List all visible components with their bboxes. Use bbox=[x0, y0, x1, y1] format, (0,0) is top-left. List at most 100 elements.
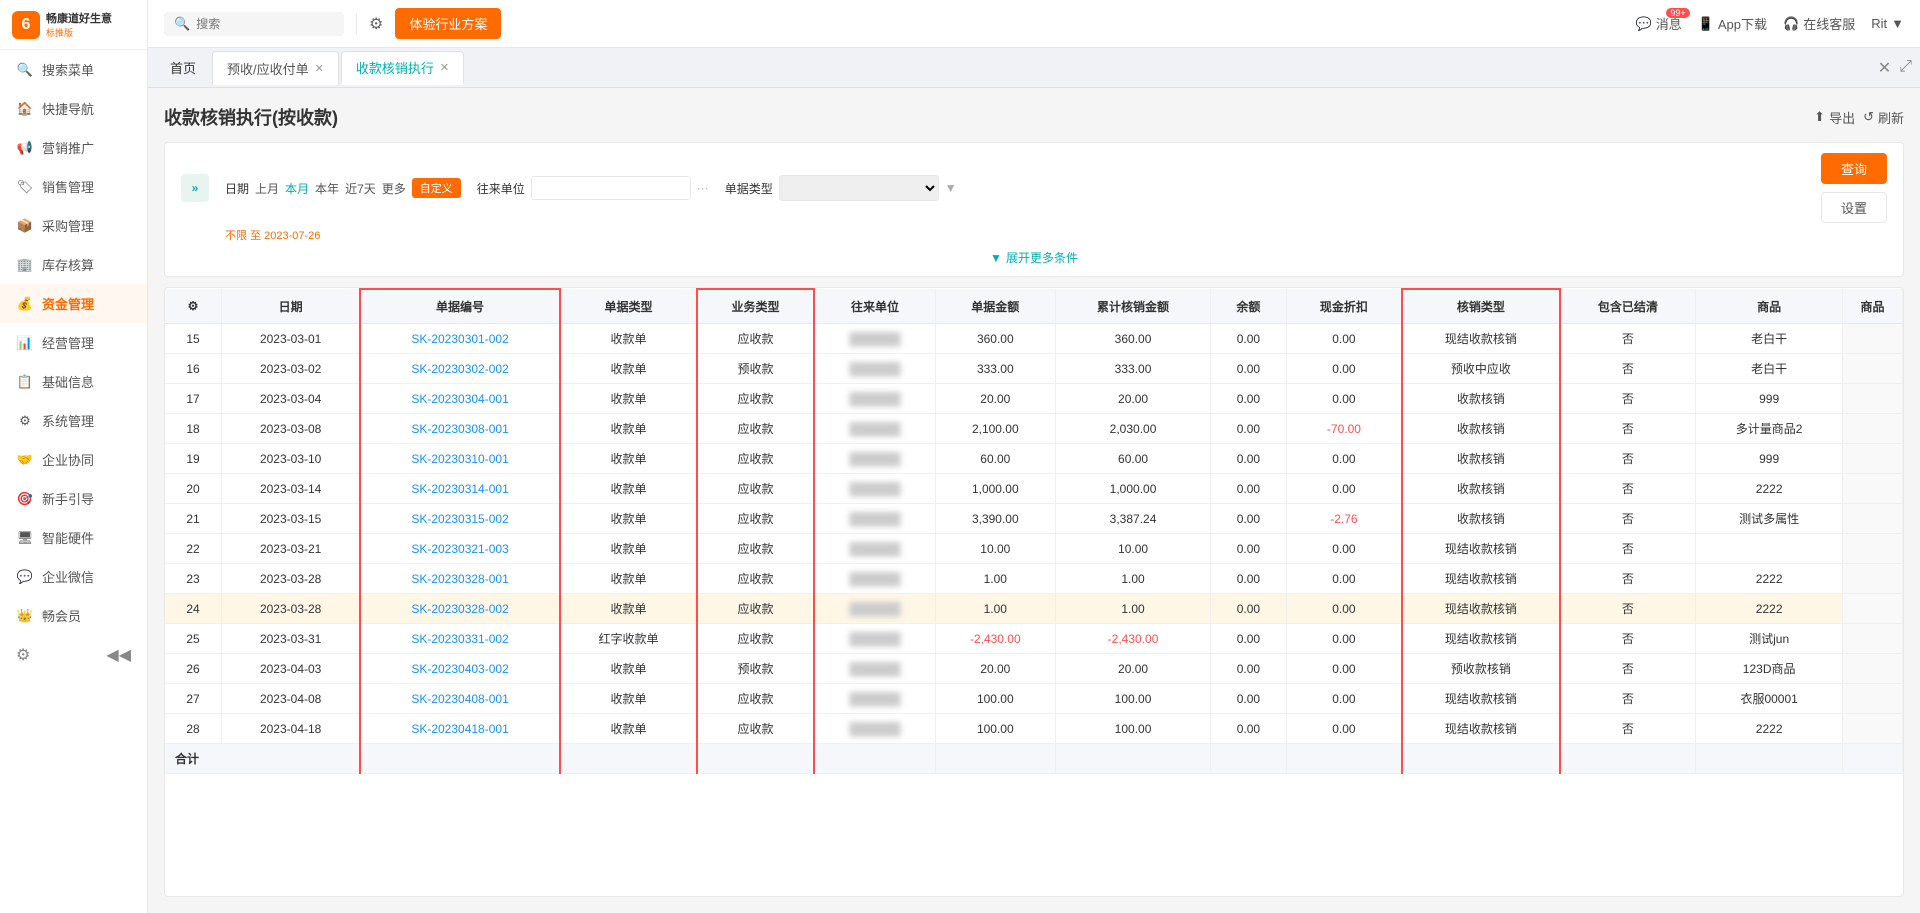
bill-no-link[interactable]: SK-20230310-001 bbox=[411, 452, 508, 466]
counterpart-value: ██████ bbox=[849, 512, 900, 526]
bill-no-link[interactable]: SK-20230301-002 bbox=[411, 332, 508, 346]
export-button[interactable]: ⬆ 导出 bbox=[1814, 108, 1855, 127]
sidebar-item-member[interactable]: 👑畅会员 bbox=[0, 596, 147, 635]
cell-bill-type: 收款单 bbox=[560, 534, 697, 564]
sidebar-item-purchase[interactable]: 📦采购管理 bbox=[0, 206, 147, 245]
total-biz-type bbox=[697, 744, 814, 774]
table-row[interactable]: 26 2023-04-03 SK-20230403-002 收款单 预收款 ██… bbox=[165, 654, 1903, 684]
cell-bill-no: SK-20230310-001 bbox=[360, 444, 560, 474]
tab-close-icon[interactable]: ✕ bbox=[315, 62, 324, 75]
bill-no-link[interactable]: SK-20230408-001 bbox=[411, 692, 508, 706]
table-row[interactable]: 18 2023-03-08 SK-20230308-001 收款单 应收款 ██… bbox=[165, 414, 1903, 444]
sidebar-item-finance[interactable]: 💰资金管理 bbox=[0, 284, 147, 323]
counterpart-input[interactable] bbox=[531, 176, 691, 200]
cell-cash-discount: 0.00 bbox=[1286, 534, 1402, 564]
sidebar-item-tutorial[interactable]: 🎯新手引导 bbox=[0, 479, 147, 518]
sidebar-item-label: 智能硬件 bbox=[42, 528, 94, 547]
settings-button[interactable]: 设置 bbox=[1821, 192, 1887, 223]
search-input[interactable] bbox=[196, 17, 316, 31]
settings-icon[interactable]: ⚙ bbox=[16, 645, 30, 665]
topbar-gear-icon[interactable]: ⚙ bbox=[369, 14, 383, 34]
custom-date-button[interactable]: 自定义 bbox=[412, 178, 461, 198]
bill-no-link[interactable]: SK-20230331-002 bbox=[411, 632, 508, 646]
sidebar-item-basic-info[interactable]: 📋基础信息 bbox=[0, 362, 147, 401]
more-date-link[interactable]: 更多 bbox=[382, 180, 406, 197]
cell-biz-type: 预收款 bbox=[697, 654, 814, 684]
solution-button[interactable]: 体验行业方案 bbox=[395, 8, 501, 39]
bill-no-link[interactable]: SK-20230328-002 bbox=[411, 602, 508, 616]
collapse-icon[interactable]: ◀◀ bbox=[106, 645, 131, 665]
expand-icon[interactable]: ⤢ bbox=[1899, 58, 1912, 78]
sidebar-item-system[interactable]: ⚙系统管理 bbox=[0, 401, 147, 440]
table-row[interactable]: 20 2023-03-14 SK-20230314-001 收款单 应收款 ██… bbox=[165, 474, 1903, 504]
table-row[interactable]: 22 2023-03-21 SK-20230321-003 收款单 应收款 ██… bbox=[165, 534, 1903, 564]
cell-cash-discount: 0.00 bbox=[1286, 444, 1402, 474]
bill-no-link[interactable]: SK-20230304-001 bbox=[411, 392, 508, 406]
refresh-button[interactable]: ↺ 刷新 bbox=[1863, 108, 1904, 127]
table-row[interactable]: 25 2023-03-31 SK-20230331-002 红字收款单 应收款 … bbox=[165, 624, 1903, 654]
bill-no-link[interactable]: SK-20230403-002 bbox=[411, 662, 508, 676]
message-item[interactable]: 💬 消息 99+ bbox=[1636, 14, 1682, 33]
sidebar-item-label: 企业微信 bbox=[42, 567, 94, 586]
table-row[interactable]: 15 2023-03-01 SK-20230301-002 收款单 应收款 ██… bbox=[165, 324, 1903, 354]
sidebar-item-quick-nav[interactable]: 🏠快捷导航 bbox=[0, 89, 147, 128]
table-row[interactable]: 23 2023-03-28 SK-20230328-001 收款单 应收款 ██… bbox=[165, 564, 1903, 594]
bill-no-link[interactable]: SK-20230321-003 bbox=[411, 542, 508, 556]
sidebar-item-sales[interactable]: 🏷销售管理 bbox=[0, 167, 147, 206]
app-download-item[interactable]: 📱 App下载 bbox=[1698, 14, 1767, 33]
sidebar-item-label: 销售管理 bbox=[42, 177, 94, 196]
table-row[interactable]: 16 2023-03-02 SK-20230302-002 收款单 预收款 ██… bbox=[165, 354, 1903, 384]
cell-no: 20 bbox=[165, 474, 222, 504]
table-row[interactable]: 27 2023-04-08 SK-20230408-001 收款单 应收款 ██… bbox=[165, 684, 1903, 714]
sidebar-item-search-menu[interactable]: 🔍搜索菜单 bbox=[0, 50, 147, 89]
sidebar-item-enterprise[interactable]: 🤝企业协同 bbox=[0, 440, 147, 479]
data-table: ⚙ 日期 单据编号 单据类型 业务类型 往来单位 单据金额 累计核销金额 余额 … bbox=[165, 288, 1903, 774]
enterprise-icon: 🤝 bbox=[16, 451, 34, 469]
cell-product: 测试多属性 bbox=[1696, 504, 1843, 534]
bill-no-link[interactable]: SK-20230328-001 bbox=[411, 572, 508, 586]
cell-date: 2023-03-08 bbox=[222, 414, 361, 444]
bill-no-link[interactable]: SK-20230308-001 bbox=[411, 422, 508, 436]
cell-cumulative: 2,030.00 bbox=[1055, 414, 1211, 444]
bill-no-link[interactable]: SK-20230302-002 bbox=[411, 362, 508, 376]
cell-bill-type: 收款单 bbox=[560, 414, 697, 444]
last-month-link[interactable]: 上月 bbox=[255, 180, 279, 197]
cell-cash-discount: 0.00 bbox=[1286, 654, 1402, 684]
last-7-days-link[interactable]: 近7天 bbox=[345, 180, 376, 197]
counterpart-label: 往来单位 bbox=[477, 180, 525, 197]
col-bill-type-header: 单据类型 bbox=[560, 289, 697, 324]
sidebar-item-operations[interactable]: 📊经营管理 bbox=[0, 323, 147, 362]
bill-type-select[interactable] bbox=[779, 175, 939, 201]
col-settings-header[interactable]: ⚙ bbox=[165, 289, 222, 324]
cell-bill-type: 收款单 bbox=[560, 324, 697, 354]
sidebar-item-hardware[interactable]: 🖥智能硬件 bbox=[0, 518, 147, 557]
tab-prepay[interactable]: 预收/应收付单✕ bbox=[212, 51, 339, 85]
table-row[interactable]: 19 2023-03-10 SK-20230310-001 收款单 应收款 ██… bbox=[165, 444, 1903, 474]
sidebar-item-marketing[interactable]: 📢营销推广 bbox=[0, 128, 147, 167]
this-year-link[interactable]: 本年 bbox=[315, 180, 339, 197]
cell-date: 2023-03-15 bbox=[222, 504, 361, 534]
query-button[interactable]: 查询 bbox=[1821, 153, 1887, 184]
table-row[interactable]: 24 2023-03-28 SK-20230328-002 收款单 应收款 ██… bbox=[165, 594, 1903, 624]
close-all-icon[interactable]: ✕ bbox=[1878, 58, 1891, 78]
bill-no-link[interactable]: SK-20230314-001 bbox=[411, 482, 508, 496]
tab-close-icon[interactable]: ✕ bbox=[440, 61, 449, 74]
filter-collapse-button[interactable]: » bbox=[181, 174, 209, 202]
sidebar-item-wechat[interactable]: 💬企业微信 bbox=[0, 557, 147, 596]
bill-no-link[interactable]: SK-20230315-002 bbox=[411, 512, 508, 526]
cell-product: 123D商品 bbox=[1696, 654, 1843, 684]
cell-counterpart: ██████ bbox=[814, 564, 935, 594]
user-item[interactable]: Rit ▼ bbox=[1871, 16, 1904, 31]
expand-conditions-button[interactable]: ▼ 展开更多条件 bbox=[181, 249, 1887, 266]
table-row[interactable]: 21 2023-03-15 SK-20230315-002 收款单 应收款 ██… bbox=[165, 504, 1903, 534]
cell-bill-no: SK-20230328-002 bbox=[360, 594, 560, 624]
this-month-link[interactable]: 本月 bbox=[285, 180, 309, 197]
bill-no-link[interactable]: SK-20230418-001 bbox=[411, 722, 508, 736]
table-row[interactable]: 28 2023-04-18 SK-20230418-001 收款单 应收款 ██… bbox=[165, 714, 1903, 744]
sidebar-item-inventory[interactable]: 🏢库存核算 bbox=[0, 245, 147, 284]
app-icon: 📱 bbox=[1698, 16, 1714, 32]
service-item[interactable]: 🎧 在线客服 bbox=[1783, 14, 1855, 33]
tab-collection[interactable]: 收款核销执行✕ bbox=[341, 51, 464, 85]
table-row[interactable]: 17 2023-03-04 SK-20230304-001 收款单 应收款 ██… bbox=[165, 384, 1903, 414]
tab-home[interactable]: 首页 bbox=[156, 51, 210, 85]
